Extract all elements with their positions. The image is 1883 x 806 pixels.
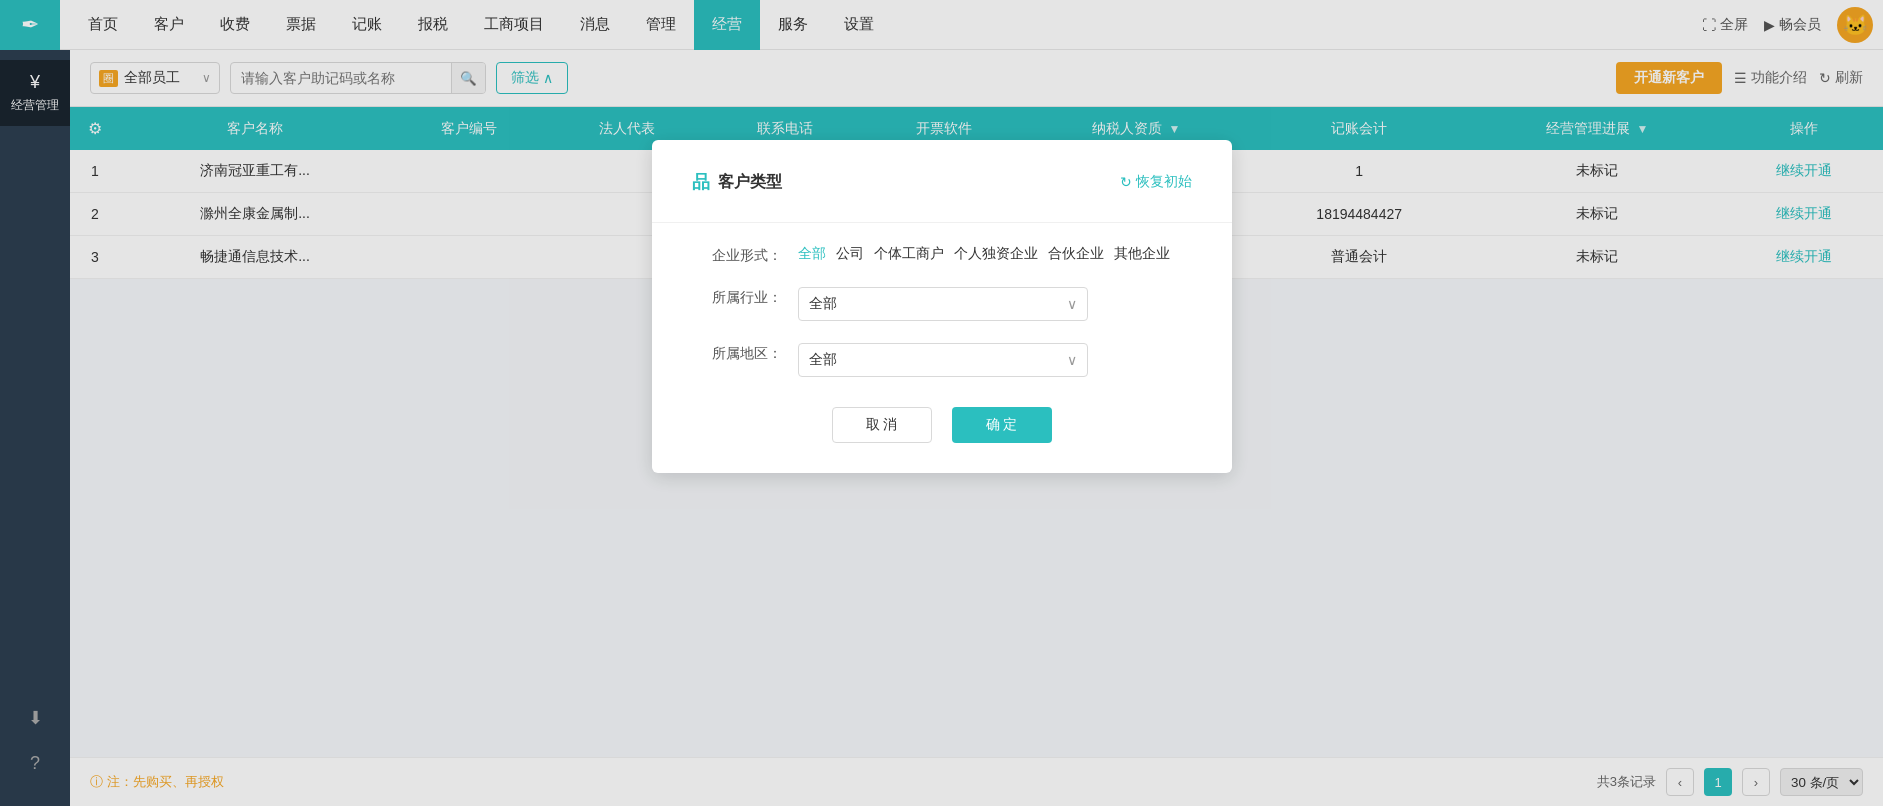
modal-footer: 取 消 确 定 xyxy=(692,407,1192,443)
modal-divider xyxy=(652,222,1232,223)
enterprise-option-individual[interactable]: 个体工商户 xyxy=(874,245,944,263)
industry-value: 全部 xyxy=(809,295,837,313)
modal-title: 品 客户类型 xyxy=(692,170,782,194)
enterprise-option-other[interactable]: 其他企业 xyxy=(1114,245,1170,263)
filter-modal: 品 客户类型 ↻ 恢复初始 企业形式： 全部 公司 个体工商户 个人独资企业 合… xyxy=(652,140,1232,473)
modal-title-text: 客户类型 xyxy=(718,172,782,193)
industry-label: 所属行业： xyxy=(692,287,782,307)
modal-restore-button[interactable]: ↻ 恢复初始 xyxy=(1120,173,1192,191)
enterprise-option-partnership[interactable]: 合伙企业 xyxy=(1048,245,1104,263)
confirm-button[interactable]: 确 定 xyxy=(952,407,1052,443)
enterprise-option-sole[interactable]: 个人独资企业 xyxy=(954,245,1038,263)
enterprise-form-row: 企业形式： 全部 公司 个体工商户 个人独资企业 合伙企业 其他企业 xyxy=(692,245,1192,265)
restore-icon: ↻ xyxy=(1120,174,1132,190)
region-label: 所属地区： xyxy=(692,343,782,363)
enterprise-option-company[interactable]: 公司 xyxy=(836,245,864,263)
modal-title-icon: 品 xyxy=(692,170,710,194)
industry-select[interactable]: 全部 ∨ xyxy=(798,287,1088,321)
industry-dropdown-icon: ∨ xyxy=(1067,296,1077,312)
modal-header: 品 客户类型 ↻ 恢复初始 xyxy=(692,170,1192,194)
cancel-button[interactable]: 取 消 xyxy=(832,407,932,443)
enterprise-form-label: 企业形式： xyxy=(692,245,782,265)
enterprise-options: 全部 公司 个体工商户 个人独资企业 合伙企业 其他企业 xyxy=(798,245,1170,263)
region-select[interactable]: 全部 ∨ xyxy=(798,343,1088,377)
enterprise-option-all[interactable]: 全部 xyxy=(798,245,826,263)
region-dropdown-icon: ∨ xyxy=(1067,352,1077,368)
region-row: 所属地区： 全部 ∨ xyxy=(692,343,1192,377)
restore-label: 恢复初始 xyxy=(1136,173,1192,191)
modal-overlay: 品 客户类型 ↻ 恢复初始 企业形式： 全部 公司 个体工商户 个人独资企业 合… xyxy=(0,0,1883,806)
region-value: 全部 xyxy=(809,351,837,369)
industry-row: 所属行业： 全部 ∨ xyxy=(692,287,1192,321)
